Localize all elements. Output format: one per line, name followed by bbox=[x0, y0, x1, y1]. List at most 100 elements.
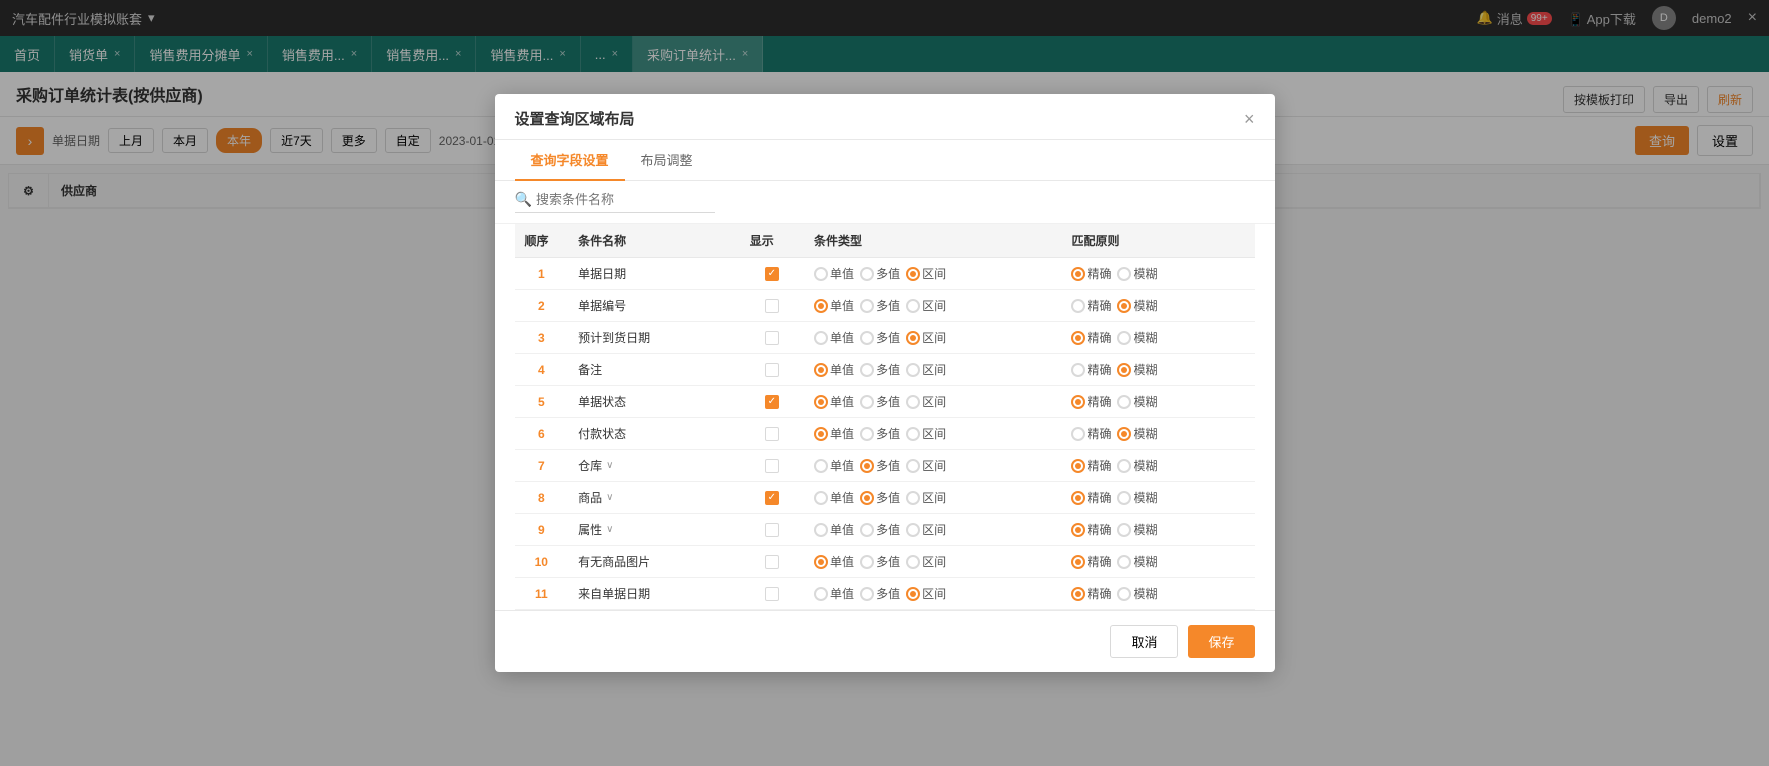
row-type: 单值多值区间 bbox=[804, 450, 1061, 482]
row-type: 单值多值区间 bbox=[804, 258, 1061, 290]
save-button[interactable]: 保存 bbox=[1188, 625, 1254, 658]
show-checkbox[interactable] bbox=[765, 427, 779, 441]
type-radio-item[interactable]: 多值 bbox=[860, 329, 900, 346]
type-radio-item[interactable]: 区间 bbox=[906, 265, 946, 282]
match-radio-item[interactable]: 模糊 bbox=[1117, 489, 1157, 506]
row-match: 精确模糊 bbox=[1061, 482, 1254, 514]
show-checkbox[interactable] bbox=[765, 491, 779, 505]
match-radio-item[interactable]: 模糊 bbox=[1117, 553, 1157, 570]
show-checkbox[interactable] bbox=[765, 587, 779, 601]
show-checkbox[interactable] bbox=[765, 523, 779, 537]
radio-circle bbox=[860, 459, 874, 473]
radio-circle bbox=[1117, 267, 1131, 281]
match-radio-item[interactable]: 精确 bbox=[1071, 393, 1111, 410]
type-radio-item[interactable]: 区间 bbox=[906, 329, 946, 346]
type-radio-item[interactable]: 单值 bbox=[814, 489, 854, 506]
type-radio-item[interactable]: 区间 bbox=[906, 553, 946, 570]
type-radio-item[interactable]: 多值 bbox=[860, 457, 900, 474]
match-radio-item[interactable]: 模糊 bbox=[1117, 457, 1157, 474]
show-checkbox[interactable] bbox=[765, 363, 779, 377]
type-radio-item[interactable]: 多值 bbox=[860, 425, 900, 442]
show-checkbox[interactable] bbox=[765, 299, 779, 313]
match-radio-item[interactable]: 精确 bbox=[1071, 457, 1111, 474]
radio-circle bbox=[1071, 395, 1085, 409]
show-checkbox[interactable] bbox=[765, 395, 779, 409]
dialog-title: 设置查询区域布局 bbox=[515, 108, 635, 129]
table-row: 6付款状态单值多值区间精确模糊 bbox=[515, 418, 1255, 450]
match-radio-item[interactable]: 模糊 bbox=[1117, 265, 1157, 282]
radio-circle bbox=[814, 363, 828, 377]
match-radio-item[interactable]: 模糊 bbox=[1117, 361, 1157, 378]
type-radio-item[interactable]: 区间 bbox=[906, 361, 946, 378]
radio-circle bbox=[906, 427, 920, 441]
match-radio-item[interactable]: 模糊 bbox=[1117, 585, 1157, 602]
row-name: 属性∨ bbox=[568, 514, 740, 546]
match-radio-item[interactable]: 模糊 bbox=[1117, 521, 1157, 538]
type-radio-item[interactable]: 多值 bbox=[860, 361, 900, 378]
radio-circle bbox=[1117, 555, 1131, 569]
type-radio-item[interactable]: 多值 bbox=[860, 553, 900, 570]
type-radio-item[interactable]: 单值 bbox=[814, 457, 854, 474]
search-input[interactable] bbox=[536, 192, 715, 207]
row-match: 精确模糊 bbox=[1061, 258, 1254, 290]
radio-circle bbox=[1071, 427, 1085, 441]
row-type: 单值多值区间 bbox=[804, 418, 1061, 450]
row-match: 精确模糊 bbox=[1061, 322, 1254, 354]
type-radio-item[interactable]: 单值 bbox=[814, 361, 854, 378]
type-radio-item[interactable]: 区间 bbox=[906, 521, 946, 538]
radio-circle bbox=[906, 459, 920, 473]
type-radio-item[interactable]: 单值 bbox=[814, 297, 854, 314]
type-radio-item[interactable]: 区间 bbox=[906, 489, 946, 506]
match-radio-item[interactable]: 精确 bbox=[1071, 585, 1111, 602]
radio-circle bbox=[1117, 491, 1131, 505]
match-radio-item[interactable]: 模糊 bbox=[1117, 393, 1157, 410]
dialog-close-button[interactable]: × bbox=[1244, 110, 1255, 128]
type-radio-item[interactable]: 区间 bbox=[906, 425, 946, 442]
table-row: 11来自单据日期单值多值区间精确模糊 bbox=[515, 578, 1255, 610]
table-header-row: 顺序 条件名称 显示 条件类型 匹配原则 bbox=[515, 224, 1255, 258]
type-radio-item[interactable]: 单值 bbox=[814, 425, 854, 442]
match-radio-item[interactable]: 精确 bbox=[1071, 521, 1111, 538]
type-radio-item[interactable]: 单值 bbox=[814, 553, 854, 570]
show-checkbox[interactable] bbox=[765, 555, 779, 569]
row-show bbox=[740, 514, 804, 546]
cancel-button[interactable]: 取消 bbox=[1110, 625, 1178, 658]
show-checkbox[interactable] bbox=[765, 267, 779, 281]
type-radio-item[interactable]: 单值 bbox=[814, 265, 854, 282]
match-radio-item[interactable]: 精确 bbox=[1071, 553, 1111, 570]
type-radio-item[interactable]: 区间 bbox=[906, 393, 946, 410]
type-radio-item[interactable]: 单值 bbox=[814, 329, 854, 346]
row-type: 单值多值区间 bbox=[804, 290, 1061, 322]
radio-circle bbox=[814, 267, 828, 281]
type-radio-item[interactable]: 单值 bbox=[814, 585, 854, 602]
match-radio-item[interactable]: 模糊 bbox=[1117, 297, 1157, 314]
table-row: 1单据日期单值多值区间精确模糊 bbox=[515, 258, 1255, 290]
type-radio-item[interactable]: 多值 bbox=[860, 489, 900, 506]
row-name: 备注 bbox=[568, 354, 740, 386]
match-radio-item[interactable]: 精确 bbox=[1071, 361, 1111, 378]
th-type: 条件类型 bbox=[804, 224, 1061, 258]
type-radio-item[interactable]: 多值 bbox=[860, 297, 900, 314]
table-row: 2单据编号单值多值区间精确模糊 bbox=[515, 290, 1255, 322]
type-radio-item[interactable]: 多值 bbox=[860, 393, 900, 410]
type-radio-item[interactable]: 多值 bbox=[860, 265, 900, 282]
type-radio-item[interactable]: 单值 bbox=[814, 521, 854, 538]
type-radio-item[interactable]: 区间 bbox=[906, 297, 946, 314]
dialog-tabs: 查询字段设置 布局调整 bbox=[495, 140, 1275, 181]
match-radio-item[interactable]: 精确 bbox=[1071, 265, 1111, 282]
match-radio-item[interactable]: 精确 bbox=[1071, 329, 1111, 346]
show-checkbox[interactable] bbox=[765, 331, 779, 345]
match-radio-item[interactable]: 模糊 bbox=[1117, 329, 1157, 346]
type-radio-item[interactable]: 区间 bbox=[906, 585, 946, 602]
type-radio-item[interactable]: 区间 bbox=[906, 457, 946, 474]
dialog-tab-field-settings[interactable]: 查询字段设置 bbox=[515, 140, 625, 181]
match-radio-item[interactable]: 精确 bbox=[1071, 489, 1111, 506]
type-radio-item[interactable]: 多值 bbox=[860, 521, 900, 538]
match-radio-item[interactable]: 模糊 bbox=[1117, 425, 1157, 442]
match-radio-item[interactable]: 精确 bbox=[1071, 297, 1111, 314]
dialog-tab-layout[interactable]: 布局调整 bbox=[625, 140, 709, 181]
type-radio-item[interactable]: 多值 bbox=[860, 585, 900, 602]
match-radio-item[interactable]: 精确 bbox=[1071, 425, 1111, 442]
type-radio-item[interactable]: 单值 bbox=[814, 393, 854, 410]
show-checkbox[interactable] bbox=[765, 459, 779, 473]
